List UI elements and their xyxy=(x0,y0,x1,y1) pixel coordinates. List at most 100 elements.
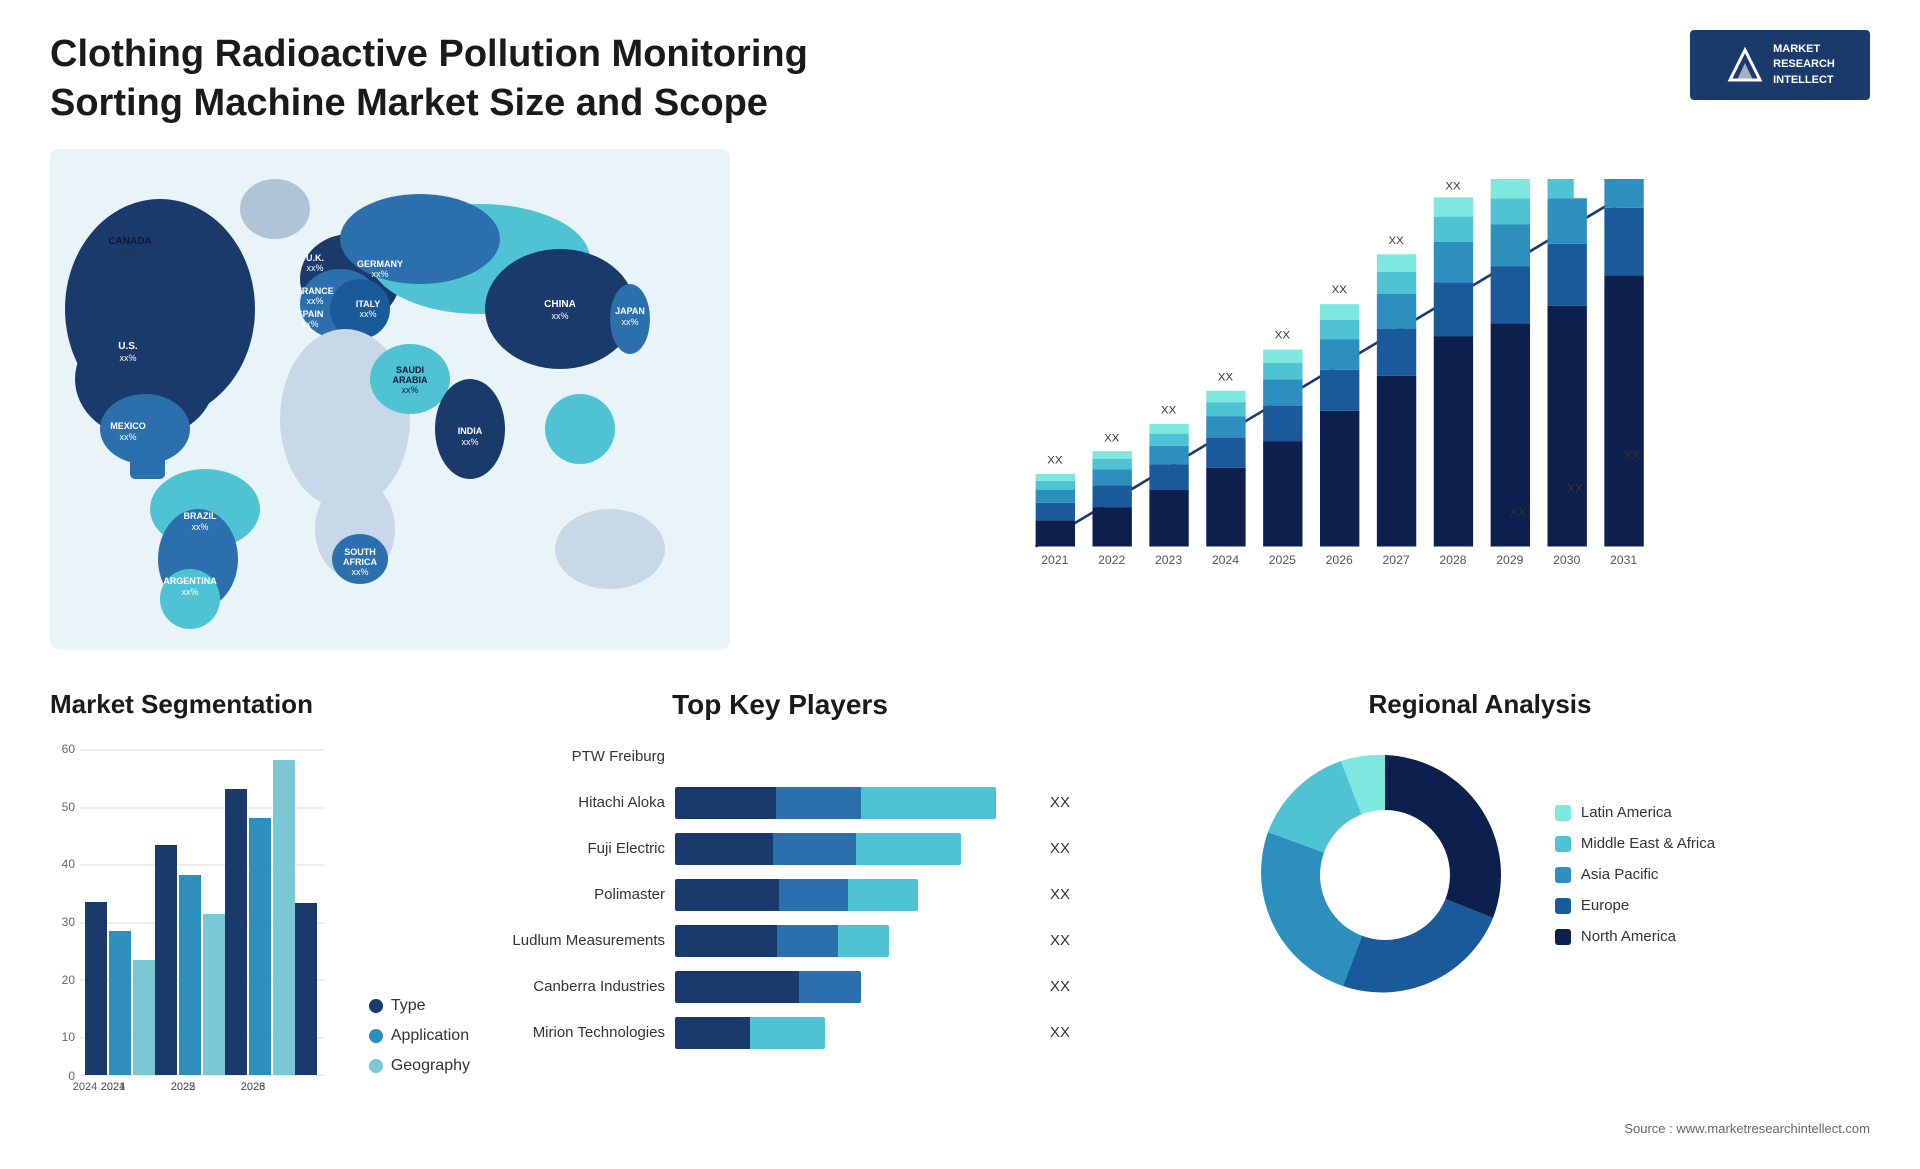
svg-text:CANADA: CANADA xyxy=(108,236,151,247)
svg-text:2022: 2022 xyxy=(1098,553,1125,567)
europe-color xyxy=(1555,898,1571,914)
player-row-ludlum: Ludlum Measurements XX xyxy=(490,925,1070,957)
mea-color xyxy=(1555,836,1571,852)
segmentation-section: Market Segmentation 60 50 40 30 20 10 0 xyxy=(50,689,470,1169)
svg-text:XX: XX xyxy=(1275,329,1291,341)
svg-text:2030: 2030 xyxy=(1553,553,1580,567)
reg-legend-europe: Europe xyxy=(1555,897,1715,914)
world-map-svg: CANADA xx% U.S. xx% MEXICO xx% BRAZIL xx… xyxy=(50,149,730,649)
header: Clothing Radioactive Pollution Monitorin… xyxy=(50,30,1870,129)
logo-icon xyxy=(1725,45,1765,85)
svg-text:CHINA: CHINA xyxy=(544,299,576,310)
regional-content: Latin America Middle East & Africa Asia … xyxy=(1090,735,1870,1015)
svg-text:GERMANY: GERMANY xyxy=(357,259,403,269)
regional-title: Regional Analysis xyxy=(1090,689,1870,720)
player-bar-ptw xyxy=(675,741,1052,773)
svg-text:2025: 2025 xyxy=(1269,553,1296,567)
svg-text:xx%: xx% xyxy=(181,587,198,597)
svg-text:xx%: xx% xyxy=(461,437,478,447)
apac-color xyxy=(1555,867,1571,883)
svg-text:2024: 2024 xyxy=(73,1081,97,1093)
na-color xyxy=(1555,929,1571,945)
svg-text:SAUDI: SAUDI xyxy=(396,365,424,375)
svg-text:2024: 2024 xyxy=(1212,553,1239,567)
seg-chart: 60 50 40 30 20 10 0 xyxy=(50,735,349,1115)
svg-text:XX: XX xyxy=(1567,481,1583,495)
svg-text:ARGENTINA: ARGENTINA xyxy=(163,576,217,586)
svg-text:AFRICA: AFRICA xyxy=(343,557,377,567)
svg-text:2029: 2029 xyxy=(1496,553,1523,567)
key-players-section: Top Key Players PTW Freiburg Hitachi Alo… xyxy=(490,689,1070,1169)
player-bar-poli xyxy=(675,879,1032,911)
donut-svg xyxy=(1245,735,1525,1015)
svg-text:xx%: xx% xyxy=(351,567,368,577)
svg-text:U.K.: U.K. xyxy=(306,253,324,263)
legend-application: Application xyxy=(369,1027,470,1045)
reg-legend-mea: Middle East & Africa xyxy=(1555,835,1715,852)
seg-chart-container: 60 50 40 30 20 10 0 xyxy=(50,735,470,1115)
svg-text:U.S.: U.S. xyxy=(118,341,138,352)
bar-chart-container: XX XX xyxy=(760,159,1870,649)
svg-text:xx%: xx% xyxy=(401,385,418,395)
player-name-mirion: Mirion Technologies xyxy=(490,1024,665,1041)
bar-chart-section: XX XX xyxy=(760,149,1870,669)
svg-text:XX: XX xyxy=(1332,284,1348,296)
bar-chart-svg: XX XX xyxy=(790,179,1850,599)
svg-text:ITALY: ITALY xyxy=(356,299,381,309)
svg-text:xx%: xx% xyxy=(119,353,136,363)
svg-text:2028: 2028 xyxy=(1439,553,1466,567)
content-bottom: Market Segmentation 60 50 40 30 20 10 0 xyxy=(50,689,1870,1169)
svg-text:XX: XX xyxy=(1104,432,1120,444)
svg-text:xx%: xx% xyxy=(359,309,376,319)
player-bar-hitachi xyxy=(675,787,1032,819)
player-value-mirion: XX xyxy=(1050,1024,1070,1041)
svg-text:2026: 2026 xyxy=(1326,553,1353,567)
player-name-ptw: PTW Freiburg xyxy=(490,748,665,765)
player-row-fuji: Fuji Electric XX xyxy=(490,833,1070,865)
player-value-fuji: XX xyxy=(1050,840,1070,857)
player-row-ptw: PTW Freiburg xyxy=(490,741,1070,773)
regional-section: Regional Analysis xyxy=(1090,689,1870,1169)
svg-text:2031: 2031 xyxy=(1610,553,1637,567)
geo-color xyxy=(369,1059,383,1073)
reg-legend-latin: Latin America xyxy=(1555,804,1715,821)
svg-text:2023: 2023 xyxy=(1155,553,1182,567)
svg-text:xx%: xx% xyxy=(371,269,388,279)
svg-text:2027: 2027 xyxy=(1382,553,1409,567)
svg-text:xx%: xx% xyxy=(306,263,323,273)
svg-text:xx%: xx% xyxy=(301,319,318,329)
svg-text:xx%: xx% xyxy=(551,311,568,321)
player-bar-canberra xyxy=(675,971,1032,1003)
svg-text:2026: 2026 xyxy=(241,1081,265,1093)
svg-text:XX: XX xyxy=(1218,371,1234,383)
player-value-poli: XX xyxy=(1050,886,1070,903)
player-value-ludlum: XX xyxy=(1050,932,1070,949)
segmentation-title: Market Segmentation xyxy=(50,689,470,720)
svg-text:xx%: xx% xyxy=(621,317,638,327)
player-name-canberra: Canberra Industries xyxy=(490,978,665,995)
player-value-hitachi: XX xyxy=(1050,794,1070,811)
type-color xyxy=(369,999,383,1013)
svg-text:FRANCE: FRANCE xyxy=(296,286,334,296)
logo-text: MARKET RESEARCH INTELLECT xyxy=(1773,42,1835,88)
player-bar-ludlum xyxy=(675,925,1032,957)
svg-text:XX: XX xyxy=(1445,180,1461,192)
svg-text:XX: XX xyxy=(1389,235,1405,247)
page-title: Clothing Radioactive Pollution Monitorin… xyxy=(50,30,950,129)
content-top: CANADA xx% U.S. xx% MEXICO xx% BRAZIL xx… xyxy=(50,149,1870,669)
svg-text:MEXICO: MEXICO xyxy=(110,421,146,431)
svg-text:2024: 2024 xyxy=(101,1081,125,1093)
player-value-canberra: XX xyxy=(1050,978,1070,995)
map-container: CANADA xx% U.S. xx% MEXICO xx% BRAZIL xx… xyxy=(50,149,730,649)
svg-text:xx%: xx% xyxy=(306,296,323,306)
legend-type: Type xyxy=(369,997,470,1015)
svg-text:2025: 2025 xyxy=(171,1081,195,1093)
svg-text:BRAZIL: BRAZIL xyxy=(184,511,217,521)
source-text: Source : www.marketresearchintellect.com xyxy=(1624,1121,1870,1136)
svg-text:JAPAN: JAPAN xyxy=(615,306,645,316)
player-row-poli: Polimaster XX xyxy=(490,879,1070,911)
svg-text:xx%: xx% xyxy=(121,248,138,258)
logo-box: MARKET RESEARCH INTELLECT xyxy=(1690,30,1870,100)
key-players-title: Top Key Players xyxy=(490,689,1070,721)
logo-area: MARKET RESEARCH INTELLECT xyxy=(1690,30,1870,100)
